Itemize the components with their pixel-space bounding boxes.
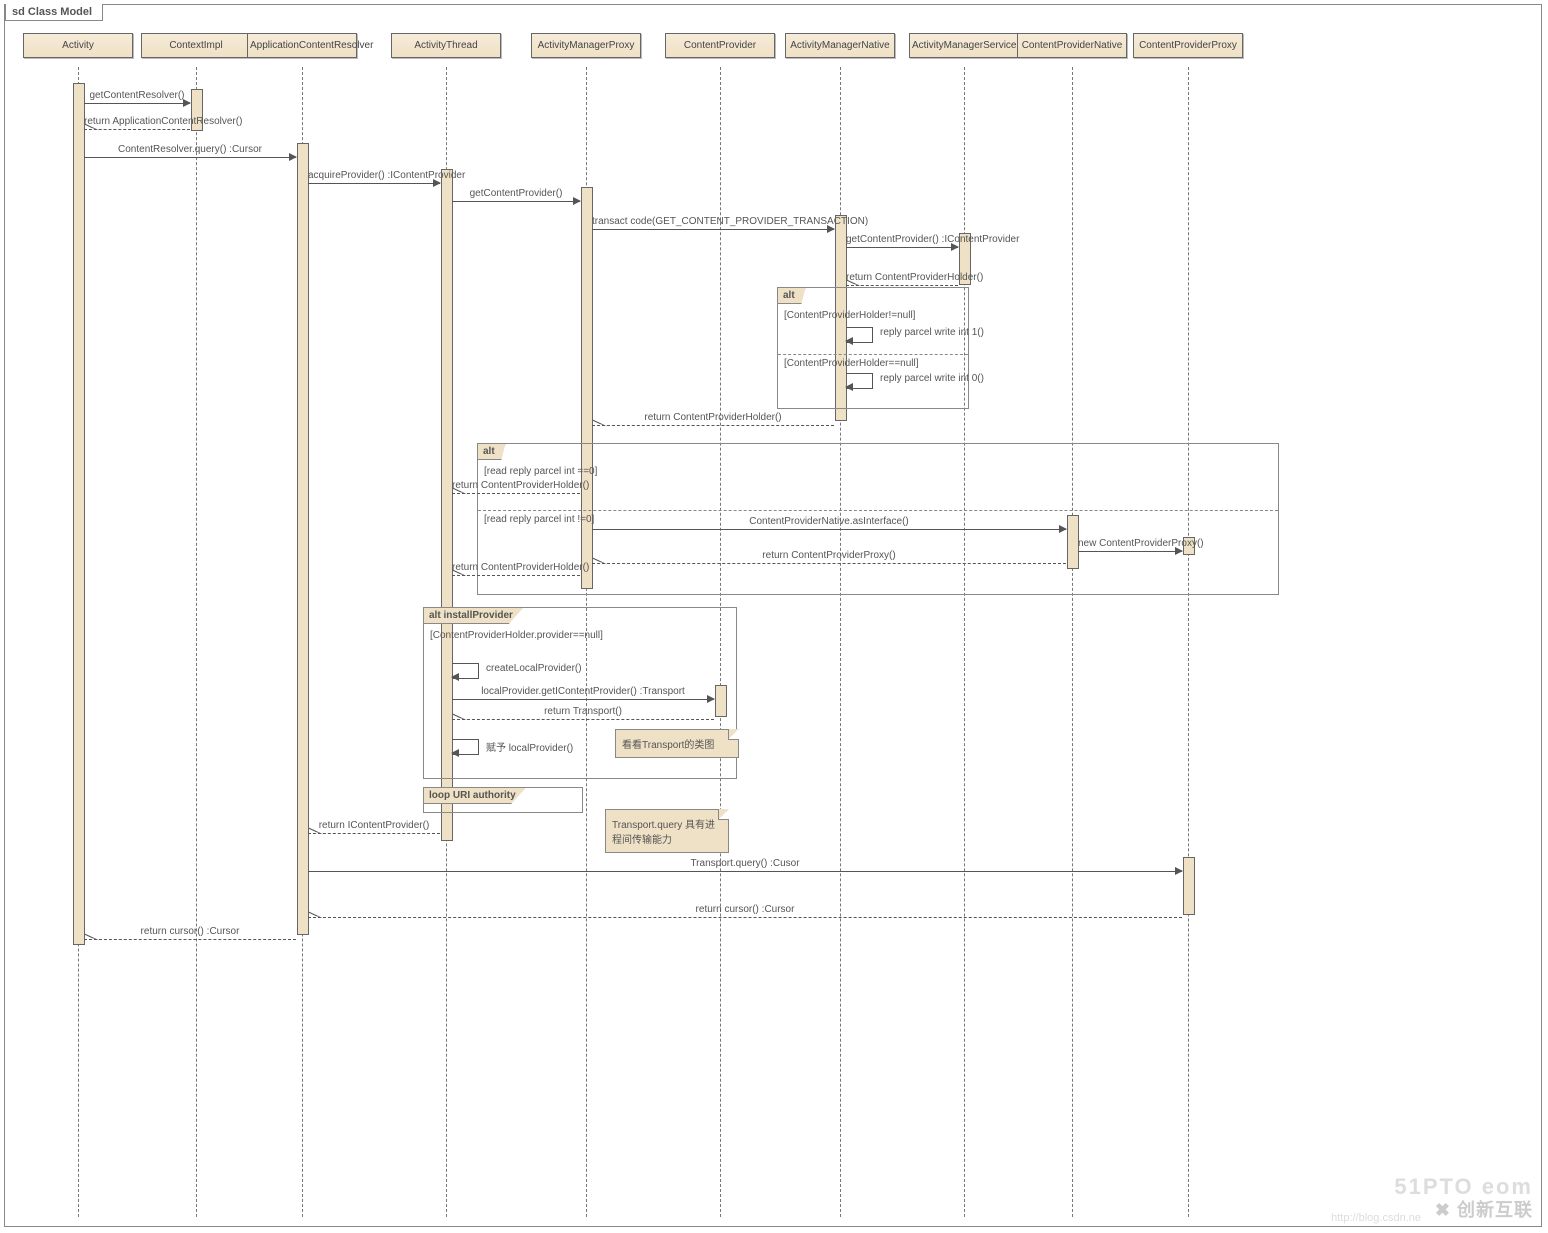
- lifeline-activitymanagerproxy: ActivityManagerProxy: [531, 33, 641, 58]
- fragment-guard: [read reply parcel int ==0]: [484, 466, 597, 477]
- activation-bar: [297, 143, 309, 935]
- message-label: return ContentProviderHolder(): [592, 412, 834, 423]
- message: return ContentProviderHolder(): [846, 275, 958, 289]
- message: getContentProvider() :IContentProvider: [846, 237, 958, 251]
- message: return ContentProviderHolder(): [592, 415, 834, 429]
- fragment-label: alt installProvider: [423, 607, 524, 624]
- message-label: getContentResolver(): [84, 90, 190, 101]
- fragment-label: loop URI authority: [423, 787, 527, 804]
- message: ContentResolver.query() :Cursor: [84, 147, 296, 161]
- fragment-loop: loop URI authority: [423, 787, 583, 813]
- note: Transport.query 具有进程间传输能力: [605, 809, 729, 853]
- message: return ContentProviderHolder(): [452, 483, 580, 497]
- lifeline-contentproviderproxy: ContentProviderProxy: [1133, 33, 1243, 58]
- message-label: return IContentProvider(): [308, 820, 440, 831]
- lifeline-appcontentresolver: ApplicationContentResolver: [247, 33, 357, 58]
- message: Transport.query() :Cusor: [308, 861, 1182, 875]
- message-label: return cursor() :Cursor: [308, 904, 1182, 915]
- lifeline-activitymanagernative: ActivityManagerNative: [785, 33, 895, 58]
- message: new ContentProviderProxy(): [1078, 541, 1182, 555]
- message-label: return ContentProviderHolder(): [452, 562, 580, 573]
- fragment-label: alt: [777, 287, 806, 304]
- lifeline-contextimpl: ContextImpl: [141, 33, 251, 58]
- lifeline-head: ContentProvider: [665, 33, 775, 58]
- activation-bar: [73, 83, 85, 945]
- lifeline-head: ActivityThread: [391, 33, 501, 58]
- message: getContentProvider(): [452, 191, 580, 205]
- lifeline-contentprovidernative: ContentProviderNative: [1017, 33, 1127, 58]
- message-label: Transport.query() :Cusor: [308, 858, 1182, 869]
- lifeline-head: ActivityManagerNative: [785, 33, 895, 58]
- fragment-guard: [ContentProviderHolder==null]: [784, 358, 919, 369]
- lifeline-head: ActivityManagerProxy: [531, 33, 641, 58]
- message-label: ContentResolver.query() :Cursor: [84, 144, 296, 155]
- lifeline-head: ContentProviderProxy: [1133, 33, 1243, 58]
- message-label: ContentProviderNative.asInterface(): [592, 516, 1066, 527]
- message: return cursor() :Cursor: [84, 929, 296, 943]
- message: return ApplicationContentResolver(): [84, 119, 190, 133]
- note: 看看Transport的类图: [615, 729, 739, 758]
- activation-bar: [1183, 857, 1195, 915]
- lifeline-head: Activity: [23, 33, 133, 58]
- fragment-label: alt: [477, 443, 506, 460]
- diagram-canvas: Activity ContextImplApplicationContentRes…: [5, 23, 1541, 1226]
- message-label: return ApplicationContentResolver(): [84, 116, 190, 127]
- message-label: reply parcel write int 1(): [880, 327, 984, 338]
- message-label: return cursor() :Cursor: [84, 926, 296, 937]
- message: return ContentProviderHolder(): [452, 565, 580, 579]
- watermark-brand: ✖ 创新互联: [1435, 1196, 1533, 1222]
- message-label: getContentProvider() :IContentProvider: [846, 234, 958, 245]
- fragment-guard: [ContentProviderHolder.provider==null]: [430, 630, 603, 641]
- message: getContentResolver(): [84, 93, 190, 107]
- message-label: return ContentProviderHolder(): [846, 272, 958, 283]
- message-label: getContentProvider(): [452, 188, 580, 199]
- message: return cursor() :Cursor: [308, 907, 1182, 921]
- message: acquireProvider() :IContentProvider: [308, 173, 440, 187]
- lifeline-head: ActivityManagerService: [909, 33, 1019, 58]
- message-label: transact code(GET_CONTENT_PROVIDER_TRANS…: [592, 216, 834, 227]
- message: return ContentProviderProxy(): [592, 553, 1066, 567]
- lifeline-activity: Activity: [23, 33, 133, 58]
- message-label: createLocalProvider(): [486, 663, 582, 674]
- lifeline-head: ContentProviderNative: [1017, 33, 1127, 58]
- message-label: new ContentProviderProxy(): [1078, 538, 1182, 549]
- message-label: localProvider.getIContentProvider() :Tra…: [452, 686, 714, 697]
- lifeline-activitythread: ActivityThread: [391, 33, 501, 58]
- message: transact code(GET_CONTENT_PROVIDER_TRANS…: [592, 219, 834, 233]
- message-label: return Transport(): [452, 706, 714, 717]
- message: return IContentProvider(): [308, 823, 440, 837]
- lifeline-head: ContextImpl: [141, 33, 251, 58]
- message-label: reply parcel write int 0(): [880, 373, 984, 384]
- message-label: return ContentProviderProxy(): [592, 550, 1066, 561]
- message-label: 赋予 localProvider(): [486, 739, 573, 754]
- message: ContentProviderNative.asInterface(): [592, 519, 1066, 533]
- fragment-alt: alt [ContentProviderHolder!=null] [Content…: [777, 287, 969, 409]
- watermark-brand-text: 创新互联: [1457, 1200, 1533, 1220]
- message: return Transport(): [452, 709, 714, 723]
- watermark-url: http://blog.csdn.ne: [1331, 1212, 1421, 1224]
- fragment-guard: [read reply parcel int !=0]: [484, 514, 594, 525]
- message: localProvider.getIContentProvider() :Tra…: [452, 689, 714, 703]
- lifeline-contentprovider: ContentProvider: [665, 33, 775, 58]
- fragment-guard: [ContentProviderHolder!=null]: [784, 310, 915, 321]
- diagram-title: sd Class Model: [5, 4, 103, 21]
- diagram-frame: sd Class Model Activity ContextImplApplic…: [4, 4, 1542, 1227]
- lifeline-head: ApplicationContentResolver: [247, 33, 357, 58]
- message-label: return ContentProviderHolder(): [452, 480, 580, 491]
- lifeline-activitymanagerservice: ActivityManagerService: [909, 33, 1019, 58]
- message-label: acquireProvider() :IContentProvider: [308, 170, 440, 181]
